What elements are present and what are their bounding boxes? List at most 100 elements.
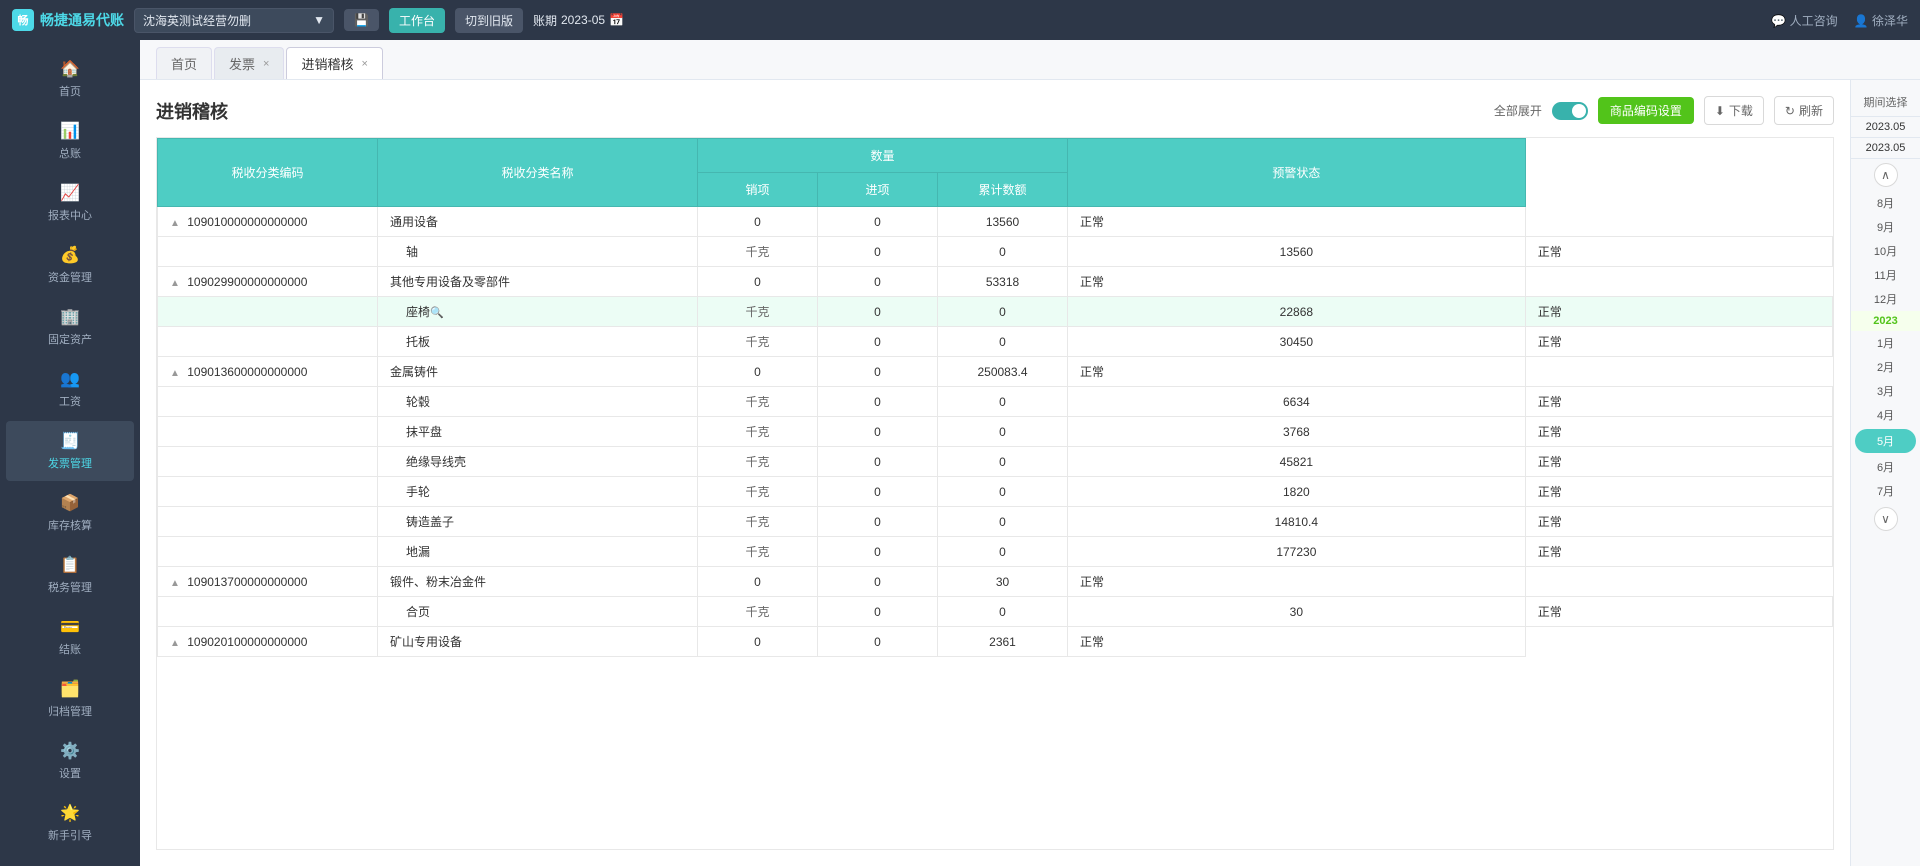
workbench-button[interactable]: 工作台 bbox=[389, 8, 445, 33]
sidebar-item-settings[interactable]: ⚙️ 设置 bbox=[6, 731, 134, 791]
collapse-icon[interactable]: ▲ bbox=[170, 278, 180, 289]
switch-version-button[interactable]: 切到旧版 bbox=[455, 8, 523, 33]
page: 进销稽核 全部展开 商品编码设置 ⬇ 下载 ↻ 刷新 bbox=[140, 80, 1920, 866]
collapse-icon[interactable]: ▲ bbox=[170, 218, 180, 229]
sidebar-label-assets: 固定资产 bbox=[48, 331, 92, 347]
table-row-name: 托板 bbox=[378, 327, 698, 357]
period-year-2[interactable]: 2023.05 bbox=[1851, 138, 1920, 159]
table-row-status: 正常 bbox=[1525, 447, 1832, 477]
sidebar-item-archive[interactable]: 🗂️ 归档管理 bbox=[6, 669, 134, 729]
table-row-total: 53318 bbox=[938, 267, 1068, 297]
table-row-status: 正常 bbox=[1068, 357, 1526, 387]
period-year-1[interactable]: 2023.05 bbox=[1851, 117, 1920, 138]
settings-icon: ⚙️ bbox=[60, 741, 80, 761]
period-month-3[interactable]: 3月 bbox=[1851, 379, 1920, 403]
sidebar-label-salary: 工资 bbox=[59, 393, 81, 409]
table-row-purchase: 0 bbox=[938, 297, 1068, 327]
sidebar-item-settlement[interactable]: 💳 结账 bbox=[6, 607, 134, 667]
download-button[interactable]: ⬇ 下载 bbox=[1704, 96, 1764, 125]
period-label: 账期 bbox=[533, 12, 557, 29]
sidebar-item-assets[interactable]: 🏢 固定资产 bbox=[6, 297, 134, 357]
table-row-code bbox=[158, 237, 378, 267]
table-row-total: 45821 bbox=[1068, 447, 1526, 477]
tab-invoice[interactable]: 发票 × bbox=[214, 47, 284, 79]
table-row-status: 正常 bbox=[1525, 237, 1832, 267]
table-row-name: 金属铸件 bbox=[378, 357, 698, 387]
sidebar-item-reports[interactable]: 📈 报表中心 bbox=[6, 173, 134, 233]
period-month-9[interactable]: 9月 bbox=[1851, 215, 1920, 239]
sidebar-item-home[interactable]: 🏠 首页 bbox=[6, 49, 134, 109]
page-actions: 全部展开 商品编码设置 ⬇ 下载 ↻ 刷新 bbox=[1494, 96, 1834, 125]
table-row-total: 22868 bbox=[1068, 297, 1526, 327]
sidebar-label-archive: 归档管理 bbox=[48, 703, 92, 719]
tab-home[interactable]: 首页 bbox=[156, 47, 212, 79]
table-row-sales: 0 bbox=[818, 597, 938, 627]
calendar-icon[interactable]: 📅 bbox=[609, 13, 624, 27]
table-row-total: 250083.4 bbox=[938, 357, 1068, 387]
reconcile-table: 税收分类编码 税收分类名称 数量 预警状态 销项 进项 累计数额 bbox=[157, 138, 1833, 657]
table-row-purchase: 0 bbox=[818, 357, 938, 387]
period-month-8[interactable]: 8月 bbox=[1851, 191, 1920, 215]
refresh-icon: ↻ bbox=[1785, 104, 1795, 118]
table-row-total: 1820 bbox=[1068, 477, 1526, 507]
inventory-icon: 📦 bbox=[60, 493, 80, 513]
sidebar: 🏠 首页 📊 总账 📈 报表中心 💰 资金管理 🏢 固定资产 👥 工资 bbox=[0, 40, 140, 866]
period-month-2[interactable]: 2月 bbox=[1851, 355, 1920, 379]
table-row-code: ▲ 109029900000000000 bbox=[158, 267, 378, 297]
sidebar-item-inventory[interactable]: 📦 库存核算 bbox=[6, 483, 134, 543]
sidebar-item-invoice[interactable]: 🧾 发票管理 bbox=[6, 421, 134, 481]
collapse-icon[interactable]: ▲ bbox=[170, 368, 180, 379]
table-row-total: 3768 bbox=[1068, 417, 1526, 447]
table-row-sales: 0 bbox=[818, 447, 938, 477]
settings-button[interactable]: 商品编码设置 bbox=[1598, 97, 1694, 124]
sidebar-label-settlement: 结账 bbox=[59, 641, 81, 657]
table-row-code bbox=[158, 537, 378, 567]
period-month-10[interactable]: 10月 bbox=[1851, 239, 1920, 263]
table-row-status: 正常 bbox=[1525, 477, 1832, 507]
tab-invoice-close[interactable]: × bbox=[263, 58, 269, 70]
period-month-12[interactable]: 12月 bbox=[1851, 287, 1920, 311]
search-icon[interactable]: 🔍 bbox=[430, 307, 444, 319]
table-row-code bbox=[158, 417, 378, 447]
expand-toggle[interactable] bbox=[1552, 102, 1588, 120]
sidebar-item-salary[interactable]: 👥 工资 bbox=[6, 359, 134, 419]
period-month-5[interactable]: 5月 bbox=[1855, 429, 1916, 453]
period-month-1[interactable]: 1月 bbox=[1851, 331, 1920, 355]
sidebar-item-member[interactable]: 👑 畅会员 bbox=[6, 855, 134, 866]
table-row-sales: 0 bbox=[698, 567, 818, 597]
table-row: ▲ 109029900000000000 其他专用设备及零部件 0 0 5331… bbox=[158, 267, 1833, 297]
table-row-sales: 0 bbox=[698, 267, 818, 297]
sidebar-item-guide[interactable]: 🌟 新手引导 bbox=[6, 793, 134, 853]
user-icon: 👤 bbox=[1854, 14, 1869, 28]
collapse-icon[interactable]: ▲ bbox=[170, 578, 180, 589]
table-row-name: 手轮 bbox=[378, 477, 698, 507]
collapse-icon[interactable]: ▲ bbox=[170, 638, 180, 649]
company-selector[interactable]: 沈海英测试经营勿删 ▼ bbox=[134, 8, 334, 33]
period-month-6[interactable]: 6月 bbox=[1851, 455, 1920, 479]
table-row-name: 矿山专用设备 bbox=[378, 627, 698, 657]
table-row: ▲ 109013600000000000 金属铸件 0 0 250083.4 正… bbox=[158, 357, 1833, 387]
table-row-total: 14810.4 bbox=[1068, 507, 1526, 537]
sidebar-item-ledger[interactable]: 📊 总账 bbox=[6, 111, 134, 171]
period-month-4[interactable]: 4月 bbox=[1851, 403, 1920, 427]
table-row-sales: 0 bbox=[818, 327, 938, 357]
period-month-7[interactable]: 7月 bbox=[1851, 479, 1920, 503]
sidebar-item-capital[interactable]: 💰 资金管理 bbox=[6, 235, 134, 295]
tab-reconcile[interactable]: 进销稽核 × bbox=[286, 47, 382, 79]
tab-reconcile-close[interactable]: × bbox=[361, 58, 367, 70]
table-row-status: 正常 bbox=[1525, 297, 1832, 327]
sidebar-item-tax[interactable]: 📋 税务管理 bbox=[6, 545, 134, 605]
period-month-11[interactable]: 11月 bbox=[1851, 263, 1920, 287]
table-row-code bbox=[158, 297, 378, 327]
save-draft-button[interactable]: 💾 bbox=[344, 9, 379, 31]
period-nav-up[interactable]: ∧ bbox=[1874, 163, 1898, 187]
support-link[interactable]: 💬 人工咨询 bbox=[1771, 12, 1837, 29]
sidebar-label-capital: 资金管理 bbox=[48, 269, 92, 285]
support-icon: 💬 bbox=[1771, 14, 1786, 28]
table-row-unit: 千克 bbox=[698, 447, 818, 477]
period-nav-down[interactable]: ∨ bbox=[1874, 507, 1898, 531]
refresh-button[interactable]: ↻ 刷新 bbox=[1774, 96, 1834, 125]
table-row-purchase: 0 bbox=[938, 507, 1068, 537]
tax-icon: 📋 bbox=[60, 555, 80, 575]
table-row-purchase: 0 bbox=[938, 237, 1068, 267]
